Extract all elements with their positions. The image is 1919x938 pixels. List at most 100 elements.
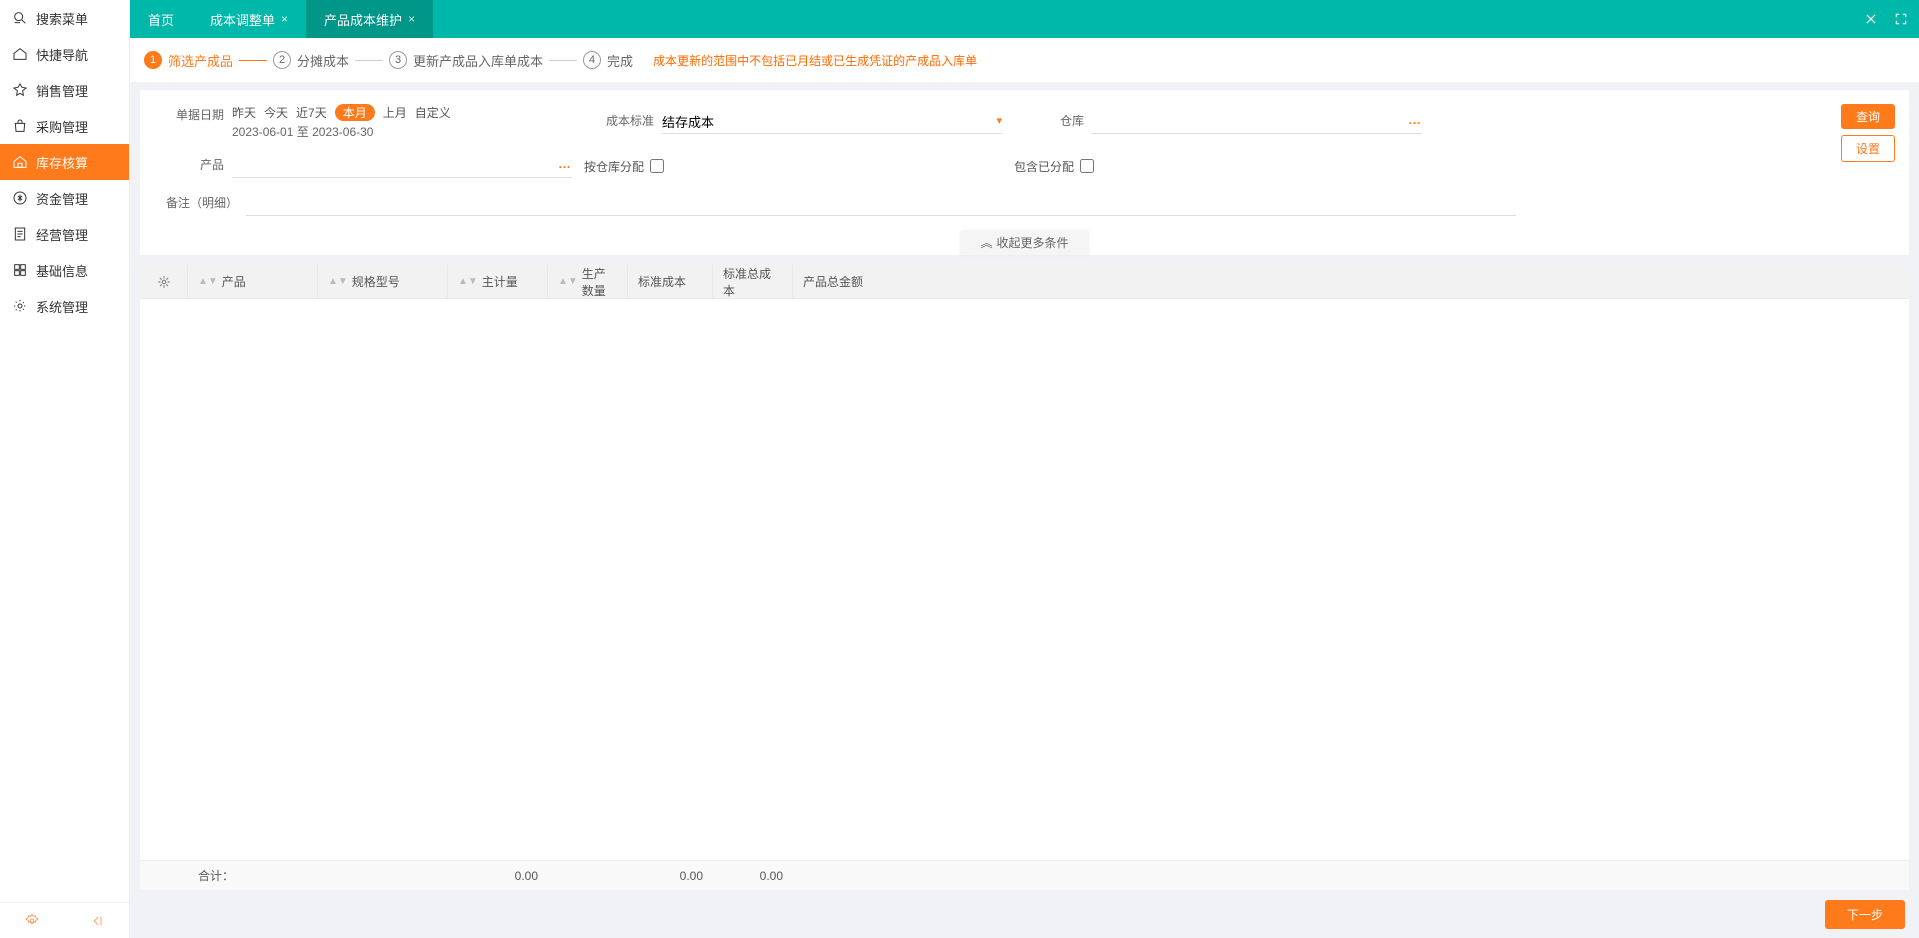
warehouse-input[interactable] xyxy=(1092,110,1422,134)
cost-standard-select[interactable] xyxy=(662,110,1002,134)
step-1[interactable]: 1筛选产成品 xyxy=(144,51,233,70)
settings-gear-icon[interactable] xyxy=(23,912,41,930)
col-label: 产品总金额 xyxy=(803,273,863,290)
home-icon xyxy=(12,46,28,62)
col-product[interactable]: ▲▼产品 xyxy=(188,265,318,298)
included-check[interactable] xyxy=(1080,159,1094,173)
total-stdtotal: 0.00 xyxy=(628,869,713,883)
by-warehouse-check[interactable] xyxy=(650,159,664,173)
table-body xyxy=(140,299,1909,860)
sidebar-item-operation[interactable]: 经营管理 xyxy=(0,216,129,252)
col-label: 规格型号 xyxy=(352,273,400,290)
more-icon[interactable]: … xyxy=(558,156,572,171)
sort-icon[interactable]: ▲▼ xyxy=(458,279,478,284)
date-preset-this-month[interactable]: 本月 xyxy=(335,104,375,121)
settings-button[interactable]: 设置 xyxy=(1841,135,1895,162)
step-num: 3 xyxy=(389,51,407,69)
col-spec[interactable]: ▲▼ 规格型号 xyxy=(318,265,448,298)
date-preset-last-month[interactable]: 上月 xyxy=(383,104,407,121)
sidebar-item-label: 库存核算 xyxy=(36,153,88,172)
grid-icon xyxy=(12,262,28,278)
date-preset-custom[interactable]: 自定义 xyxy=(415,104,451,121)
warehouse-icon xyxy=(12,154,28,170)
tab-label: 成本调整单 xyxy=(210,10,275,29)
collapse-filters-button[interactable]: ︽ 收起更多条件 xyxy=(960,230,1088,255)
sidebar-item-basicinfo[interactable]: 基础信息 xyxy=(0,252,129,288)
col-unit[interactable]: ▲▼主计量 xyxy=(448,265,548,298)
main-area: 首页 成本调整单 × 产品成本维护 × 1筛选产成品 2分摊成本 3更新产成品入库单… xyxy=(130,0,1919,938)
tab-home[interactable]: 首页 xyxy=(130,0,192,38)
remark-input[interactable] xyxy=(246,192,1516,216)
chevron-down-icon[interactable]: ▾ xyxy=(996,114,1002,127)
close-icon[interactable]: × xyxy=(281,12,288,26)
chevron-up-icon: ︽ xyxy=(980,234,992,251)
step-3[interactable]: 3更新产成品入库单成本 xyxy=(389,51,543,70)
tab-cost-adjust[interactable]: 成本调整单 × xyxy=(192,0,306,38)
step-divider xyxy=(355,60,383,61)
date-preset-yesterday[interactable]: 昨天 xyxy=(232,104,256,121)
sidebar-item-system[interactable]: 系统管理 xyxy=(0,288,129,324)
sidebar-item-label: 资金管理 xyxy=(36,189,88,208)
sidebar-item-sales[interactable]: 销售管理 xyxy=(0,72,129,108)
tab-product-cost[interactable]: 产品成本维护 × xyxy=(306,0,433,38)
badge-icon xyxy=(12,82,28,98)
sidebar-item-label: 销售管理 xyxy=(36,81,88,100)
date-to[interactable]: 2023-06-30 xyxy=(312,125,373,139)
date-preset-7days[interactable]: 近7天 xyxy=(296,104,327,121)
date-preset-today[interactable]: 今天 xyxy=(264,104,288,121)
close-icon[interactable]: × xyxy=(408,12,415,26)
collapse-sidebar-icon[interactable] xyxy=(88,912,106,930)
sort-icon[interactable]: ▲▼ xyxy=(328,279,348,284)
date-range: 2023-06-01 至 2023-06-30 xyxy=(232,123,451,140)
sort-icon[interactable]: ▲▼ xyxy=(558,279,578,284)
money-icon xyxy=(12,190,28,206)
product-input[interactable] xyxy=(232,154,572,178)
col-prodtotal[interactable]: 产品总金额 xyxy=(793,265,1909,298)
data-table: ▲▼产品 ▲▼ 规格型号 ▲▼主计量 ▲▼生产数量 标准成本 标准总成本 产品总金… xyxy=(140,265,1909,890)
step-4[interactable]: 4完成 xyxy=(583,51,633,70)
sidebar: 搜索菜单 快捷导航 销售管理 采购管理 库存核算 资金管理 xyxy=(0,0,130,938)
sidebar-item-label: 搜索菜单 xyxy=(36,9,88,28)
total-prodtotal: 0.00 xyxy=(713,869,793,883)
included-checkbox[interactable]: 包含已分配 xyxy=(1014,158,1094,175)
total-qty: 0.00 xyxy=(448,869,548,883)
wh-label: 仓库 xyxy=(1014,110,1084,129)
product-label: 产品 xyxy=(154,154,224,173)
more-icon[interactable]: … xyxy=(1408,112,1422,127)
close-all-icon[interactable] xyxy=(1863,11,1879,27)
tab-label: 产品成本维护 xyxy=(324,10,402,29)
next-button[interactable]: 下一步 xyxy=(1825,900,1905,929)
bag-icon xyxy=(12,118,28,134)
doc-icon xyxy=(12,226,28,242)
sidebar-item-label: 快捷导航 xyxy=(36,45,88,64)
by-warehouse-checkbox[interactable]: 按仓库分配 xyxy=(584,158,664,175)
collapse-label: 收起更多条件 xyxy=(997,234,1069,251)
checkbox-label: 包含已分配 xyxy=(1014,158,1074,175)
step-label: 完成 xyxy=(607,51,633,70)
col-stdcost[interactable]: 标准成本 xyxy=(628,265,713,298)
column-settings[interactable] xyxy=(140,265,188,298)
fullscreen-icon[interactable] xyxy=(1893,11,1909,27)
date-from[interactable]: 2023-06-01 xyxy=(232,125,293,139)
sidebar-item-purchase[interactable]: 采购管理 xyxy=(0,108,129,144)
std-label: 成本标准 xyxy=(584,110,654,129)
sidebar-item-quicknav[interactable]: 快捷导航 xyxy=(0,36,129,72)
tab-label: 首页 xyxy=(148,10,174,29)
total-label: 合计： xyxy=(188,867,318,884)
sidebar-item-search-menu[interactable]: 搜索菜单 xyxy=(0,0,129,36)
gear-icon xyxy=(12,298,28,314)
query-button[interactable]: 查询 xyxy=(1841,104,1895,129)
sidebar-item-finance[interactable]: 资金管理 xyxy=(0,180,129,216)
table-footer: 合计： 0.00 0.00 0.00 xyxy=(140,860,1909,890)
sort-icon[interactable]: ▲▼ xyxy=(198,279,218,284)
date-presets: 昨天 今天 近7天 本月 上月 自定义 xyxy=(232,104,451,121)
sidebar-item-label: 基础信息 xyxy=(36,261,88,280)
col-stdtotal[interactable]: 标准总成本 xyxy=(713,265,793,298)
col-qty[interactable]: ▲▼生产数量 xyxy=(548,265,628,298)
table-header: ▲▼产品 ▲▼ 规格型号 ▲▼主计量 ▲▼生产数量 标准成本 标准总成本 产品总金… xyxy=(140,265,1909,299)
sidebar-item-inventory[interactable]: 库存核算 xyxy=(0,144,129,180)
step-label: 筛选产成品 xyxy=(168,51,233,70)
step-2[interactable]: 2分摊成本 xyxy=(273,51,349,70)
col-label: 标准成本 xyxy=(638,273,686,290)
checkbox-label: 按仓库分配 xyxy=(584,158,644,175)
